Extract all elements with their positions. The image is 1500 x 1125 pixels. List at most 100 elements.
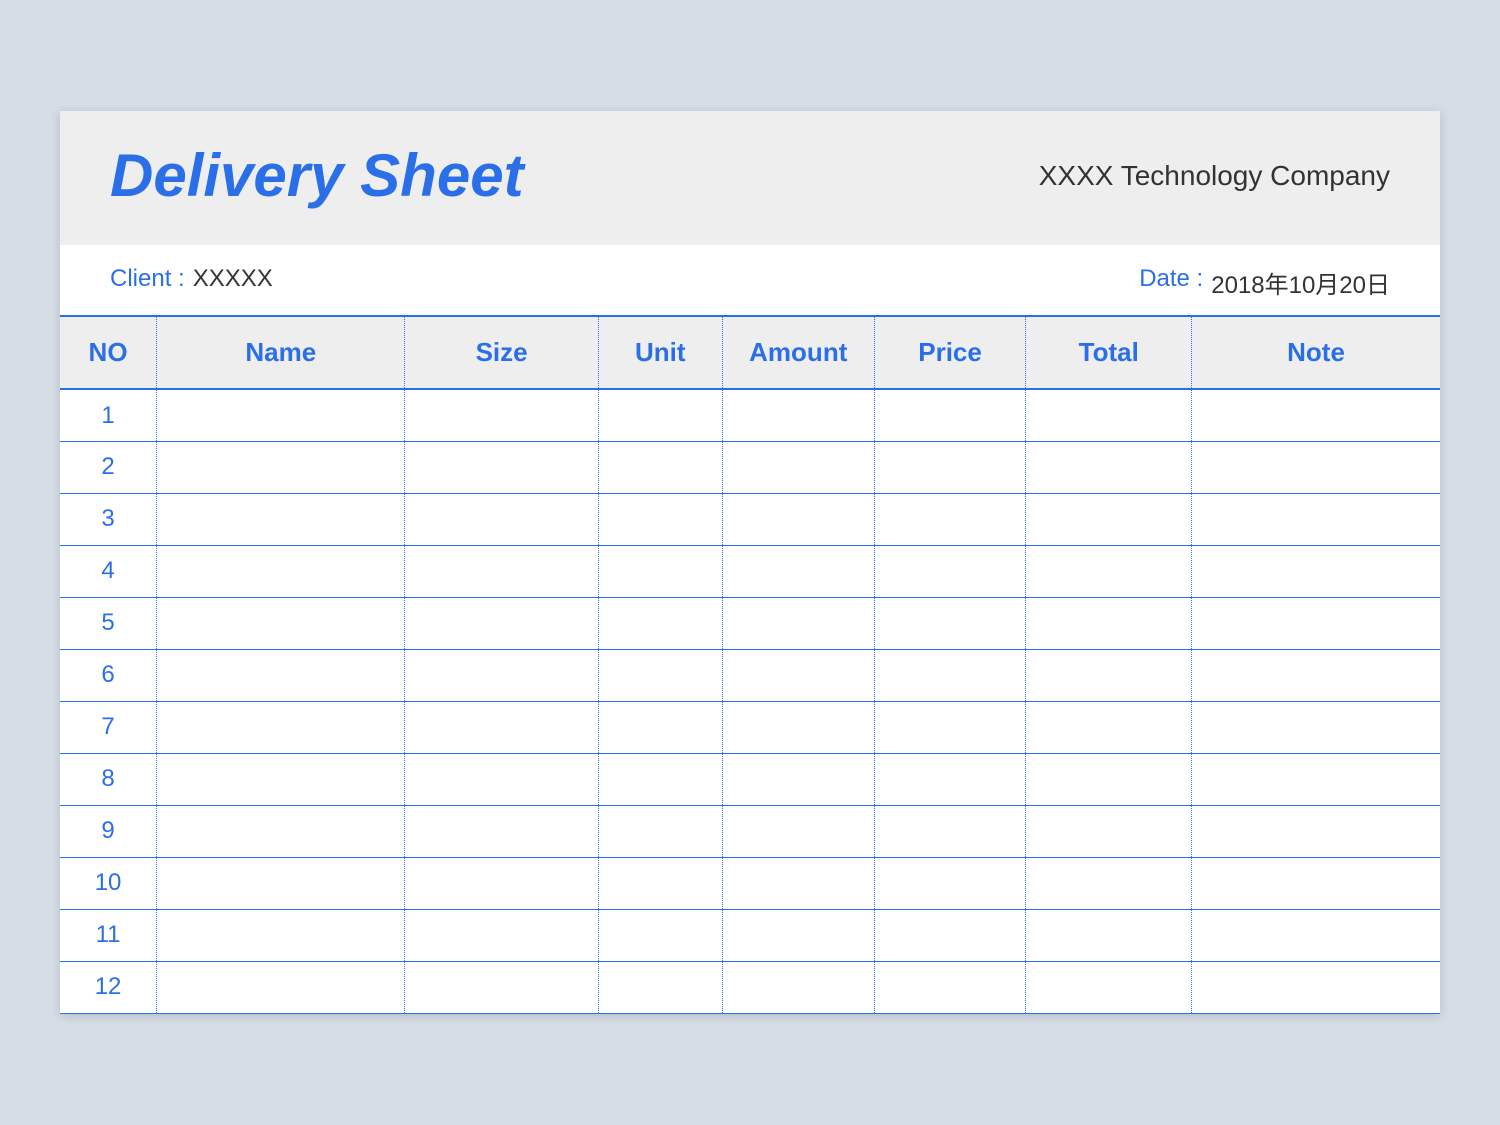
- cell-amount[interactable]: [722, 753, 874, 805]
- cell-price[interactable]: [874, 545, 1026, 597]
- cell-name[interactable]: [157, 389, 405, 441]
- cell-no[interactable]: 5: [60, 597, 157, 649]
- cell-price[interactable]: [874, 961, 1026, 1013]
- cell-total[interactable]: [1026, 701, 1192, 753]
- cell-total[interactable]: [1026, 597, 1192, 649]
- cell-size[interactable]: [405, 753, 598, 805]
- client-value: XXXXX: [193, 265, 273, 300]
- cell-name[interactable]: [157, 857, 405, 909]
- cell-no[interactable]: 8: [60, 753, 157, 805]
- cell-amount[interactable]: [722, 961, 874, 1013]
- cell-amount[interactable]: [722, 909, 874, 961]
- cell-unit[interactable]: [598, 961, 722, 1013]
- cell-amount[interactable]: [722, 649, 874, 701]
- cell-unit[interactable]: [598, 701, 722, 753]
- cell-amount[interactable]: [722, 701, 874, 753]
- col-header-amount: Amount: [722, 316, 874, 389]
- cell-size[interactable]: [405, 961, 598, 1013]
- cell-no[interactable]: 3: [60, 493, 157, 545]
- cell-note[interactable]: [1192, 857, 1440, 909]
- cell-unit[interactable]: [598, 597, 722, 649]
- cell-note[interactable]: [1192, 909, 1440, 961]
- cell-unit[interactable]: [598, 753, 722, 805]
- cell-amount[interactable]: [722, 441, 874, 493]
- cell-amount[interactable]: [722, 493, 874, 545]
- cell-name[interactable]: [157, 545, 405, 597]
- cell-amount[interactable]: [722, 389, 874, 441]
- col-header-note: Note: [1192, 316, 1440, 389]
- cell-note[interactable]: [1192, 805, 1440, 857]
- cell-unit[interactable]: [598, 441, 722, 493]
- cell-total[interactable]: [1026, 753, 1192, 805]
- cell-name[interactable]: [157, 805, 405, 857]
- cell-size[interactable]: [405, 857, 598, 909]
- cell-price[interactable]: [874, 441, 1026, 493]
- cell-size[interactable]: [405, 389, 598, 441]
- cell-price[interactable]: [874, 649, 1026, 701]
- cell-no[interactable]: 11: [60, 909, 157, 961]
- cell-name[interactable]: [157, 597, 405, 649]
- cell-price[interactable]: [874, 805, 1026, 857]
- cell-no[interactable]: 2: [60, 441, 157, 493]
- cell-total[interactable]: [1026, 493, 1192, 545]
- cell-no[interactable]: 10: [60, 857, 157, 909]
- cell-no[interactable]: 6: [60, 649, 157, 701]
- cell-size[interactable]: [405, 909, 598, 961]
- cell-size[interactable]: [405, 441, 598, 493]
- cell-size[interactable]: [405, 493, 598, 545]
- cell-no[interactable]: 1: [60, 389, 157, 441]
- cell-price[interactable]: [874, 389, 1026, 441]
- cell-total[interactable]: [1026, 857, 1192, 909]
- cell-unit[interactable]: [598, 389, 722, 441]
- cell-note[interactable]: [1192, 597, 1440, 649]
- cell-amount[interactable]: [722, 545, 874, 597]
- cell-no[interactable]: 9: [60, 805, 157, 857]
- cell-total[interactable]: [1026, 909, 1192, 961]
- cell-note[interactable]: [1192, 753, 1440, 805]
- cell-price[interactable]: [874, 701, 1026, 753]
- cell-size[interactable]: [405, 649, 598, 701]
- cell-no[interactable]: 7: [60, 701, 157, 753]
- cell-note[interactable]: [1192, 961, 1440, 1013]
- cell-note[interactable]: [1192, 545, 1440, 597]
- cell-total[interactable]: [1026, 441, 1192, 493]
- cell-price[interactable]: [874, 493, 1026, 545]
- cell-amount[interactable]: [722, 857, 874, 909]
- cell-note[interactable]: [1192, 701, 1440, 753]
- cell-name[interactable]: [157, 753, 405, 805]
- cell-amount[interactable]: [722, 805, 874, 857]
- cell-name[interactable]: [157, 701, 405, 753]
- cell-size[interactable]: [405, 597, 598, 649]
- cell-name[interactable]: [157, 493, 405, 545]
- cell-unit[interactable]: [598, 493, 722, 545]
- cell-total[interactable]: [1026, 961, 1192, 1013]
- cell-size[interactable]: [405, 545, 598, 597]
- cell-note[interactable]: [1192, 649, 1440, 701]
- cell-name[interactable]: [157, 441, 405, 493]
- cell-total[interactable]: [1026, 389, 1192, 441]
- cell-total[interactable]: [1026, 545, 1192, 597]
- cell-no[interactable]: 12: [60, 961, 157, 1013]
- table-row: 9: [60, 805, 1440, 857]
- cell-name[interactable]: [157, 649, 405, 701]
- cell-no[interactable]: 4: [60, 545, 157, 597]
- cell-name[interactable]: [157, 961, 405, 1013]
- cell-unit[interactable]: [598, 909, 722, 961]
- cell-unit[interactable]: [598, 857, 722, 909]
- cell-price[interactable]: [874, 857, 1026, 909]
- cell-note[interactable]: [1192, 389, 1440, 441]
- cell-name[interactable]: [157, 909, 405, 961]
- cell-price[interactable]: [874, 753, 1026, 805]
- cell-amount[interactable]: [722, 597, 874, 649]
- cell-unit[interactable]: [598, 545, 722, 597]
- cell-total[interactable]: [1026, 649, 1192, 701]
- cell-note[interactable]: [1192, 493, 1440, 545]
- cell-size[interactable]: [405, 805, 598, 857]
- cell-unit[interactable]: [598, 649, 722, 701]
- cell-unit[interactable]: [598, 805, 722, 857]
- cell-size[interactable]: [405, 701, 598, 753]
- cell-price[interactable]: [874, 909, 1026, 961]
- cell-note[interactable]: [1192, 441, 1440, 493]
- cell-price[interactable]: [874, 597, 1026, 649]
- cell-total[interactable]: [1026, 805, 1192, 857]
